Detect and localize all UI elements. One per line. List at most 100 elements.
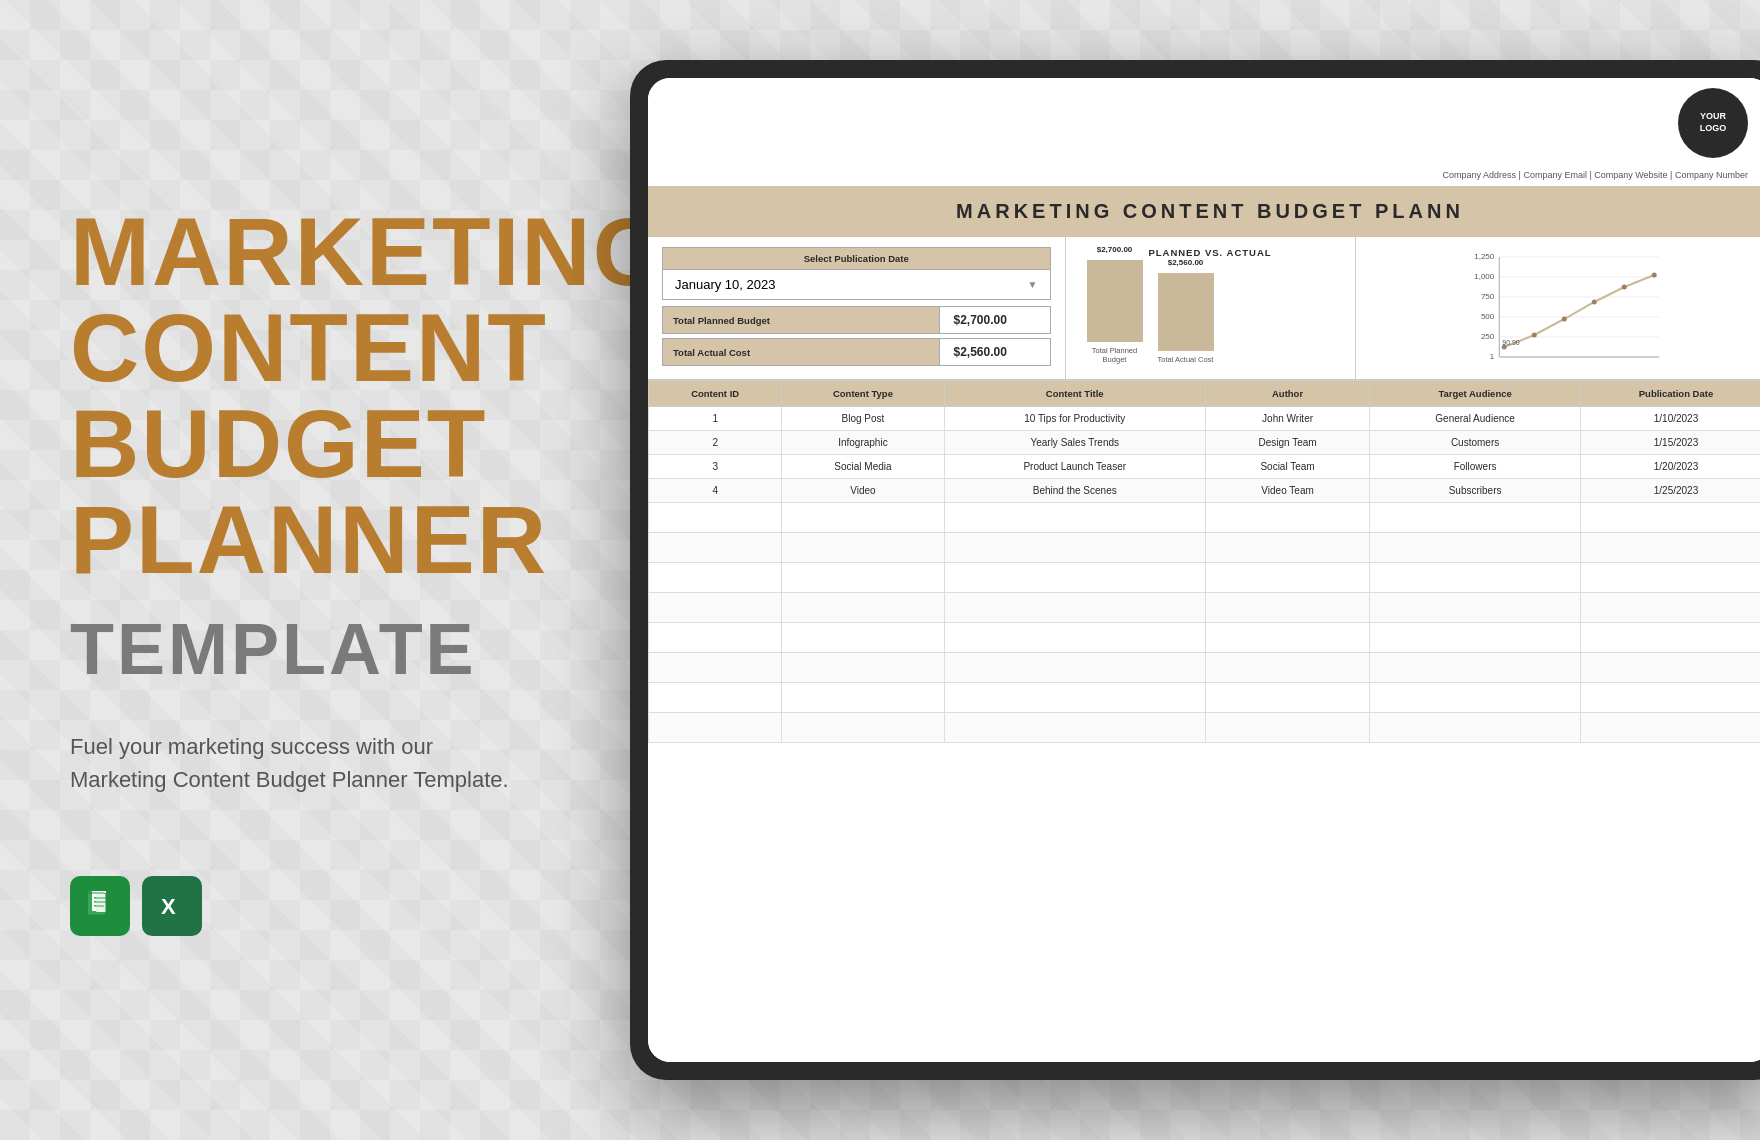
col-title: Content Title [944, 381, 1205, 407]
cell-empty [649, 563, 782, 593]
cell-empty [782, 683, 944, 713]
cell-empty [944, 563, 1205, 593]
actual-label: Total Actual Cost [663, 339, 940, 365]
cell-empty [649, 533, 782, 563]
cell-empty [649, 593, 782, 623]
table-row-empty [649, 533, 1761, 563]
cell-type: Blog Post [782, 407, 944, 431]
svg-point-29 [1591, 300, 1596, 305]
col-audience: Target Audience [1370, 381, 1581, 407]
bar-actual: $2,560.00 Total Actual Cost [1158, 258, 1214, 364]
table-row-empty [649, 503, 1761, 533]
cell-empty [782, 533, 944, 563]
cell-empty [782, 713, 944, 743]
svg-text:1,000: 1,000 [1474, 272, 1495, 281]
cell-title: 10 Tips for Productivity [944, 407, 1205, 431]
app-icons-row: X [70, 876, 570, 936]
table-row-empty [649, 623, 1761, 653]
cell-title: Product Launch Teaser [944, 455, 1205, 479]
bar1-visual [1087, 260, 1143, 342]
dropdown-arrow-icon: ▼ [1028, 279, 1038, 290]
planned-label: Total Planned Budget [663, 307, 940, 333]
cell-empty [1580, 533, 1760, 563]
cell-id: 2 [649, 431, 782, 455]
cell-empty [1580, 563, 1760, 593]
cell-empty [1205, 623, 1369, 653]
cell-date: 1/10/2023 [1580, 407, 1760, 431]
cell-empty [1370, 653, 1581, 683]
table-row-empty [649, 563, 1761, 593]
svg-point-31 [1651, 273, 1656, 278]
cell-empty [1580, 653, 1760, 683]
cell-author: John Writer [1205, 407, 1369, 431]
svg-text:500: 500 [1480, 312, 1494, 321]
svg-point-30 [1621, 285, 1626, 290]
table-row: 1Blog Post10 Tips for ProductivityJohn W… [649, 407, 1761, 431]
col-type: Content Type [782, 381, 944, 407]
cell-empty [782, 503, 944, 533]
cell-empty [1370, 623, 1581, 653]
cell-empty [1205, 653, 1369, 683]
cell-empty [944, 683, 1205, 713]
sub-title: TEMPLATE [70, 608, 570, 690]
cell-empty [1370, 563, 1581, 593]
date-metrics-panel: Select Publication Date January 10, 2023… [648, 237, 1066, 379]
cell-empty [1205, 533, 1369, 563]
cell-empty [649, 503, 782, 533]
line-chart-panel: 1,250 1,000 750 500 250 1 [1356, 237, 1761, 379]
cell-audience: General Audience [1370, 407, 1581, 431]
sheet-content: YOUR LOGO Company Address | Company Emai… [648, 78, 1760, 1062]
cell-empty [944, 503, 1205, 533]
cell-empty [782, 563, 944, 593]
actual-value: $2,560.00 [940, 339, 1050, 365]
svg-text:1: 1 [1489, 352, 1494, 361]
svg-text:X: X [161, 894, 176, 919]
cell-empty [649, 683, 782, 713]
bar2-visual [1158, 273, 1214, 351]
cell-id: 4 [649, 479, 782, 503]
company-logo: YOUR LOGO [1678, 88, 1748, 158]
cell-type: Infographic [782, 431, 944, 455]
cell-empty [944, 533, 1205, 563]
logo-area: YOUR LOGO Company Address | Company Emai… [1443, 88, 1748, 180]
excel-icon[interactable]: X [142, 876, 202, 936]
header-area: YOUR LOGO Company Address | Company Emai… [648, 78, 1760, 186]
data-table-wrapper: Content ID Content Type Content Title Au… [648, 380, 1760, 743]
date-selector[interactable]: Select Publication Date January 10, 2023… [662, 247, 1051, 300]
left-panel: MARKETING CONTENT BUDGET PLANNER TEMPLAT… [0, 0, 640, 1140]
svg-rect-5 [96, 894, 106, 912]
sheet-title: MARKETING CONTENT BUDGET PLANN [668, 200, 1752, 223]
cell-empty [1370, 713, 1581, 743]
planned-value: $2,700.00 [940, 307, 1050, 333]
cell-id: 1 [649, 407, 782, 431]
tablet-frame: YOUR LOGO Company Address | Company Emai… [630, 60, 1760, 1080]
cell-empty [649, 713, 782, 743]
cell-empty [1205, 593, 1369, 623]
bar-planned: $2,700.00 Total Planned Budget [1080, 245, 1150, 364]
tablet-screen: YOUR LOGO Company Address | Company Emai… [648, 78, 1760, 1062]
table-row: 3Social MediaProduct Launch TeaserSocial… [649, 455, 1761, 479]
content-table: Content ID Content Type Content Title Au… [648, 380, 1760, 743]
cell-audience: Followers [1370, 455, 1581, 479]
cell-empty [1580, 713, 1760, 743]
cell-empty [1205, 683, 1369, 713]
cell-empty [1580, 623, 1760, 653]
cell-empty [649, 653, 782, 683]
cell-empty [944, 593, 1205, 623]
main-title: MARKETING CONTENT BUDGET PLANNER [70, 204, 570, 588]
planned-budget-row: Total Planned Budget $2,700.00 [662, 306, 1051, 334]
sheets-icon[interactable] [70, 876, 130, 936]
company-info: Company Address | Company Email | Compan… [1443, 170, 1748, 180]
table-row-empty [649, 683, 1761, 713]
table-row: 2InfographicYearly Sales TrendsDesign Te… [649, 431, 1761, 455]
sheet-title-row: MARKETING CONTENT BUDGET PLANN [648, 186, 1760, 237]
cell-empty [944, 623, 1205, 653]
cell-author: Video Team [1205, 479, 1369, 503]
cell-empty [1370, 593, 1581, 623]
cell-empty [1370, 683, 1581, 713]
svg-text:750: 750 [1480, 292, 1494, 301]
svg-point-28 [1561, 317, 1566, 322]
cell-empty [1205, 563, 1369, 593]
cell-date: 1/25/2023 [1580, 479, 1760, 503]
col-date: Publication Date [1580, 381, 1760, 407]
